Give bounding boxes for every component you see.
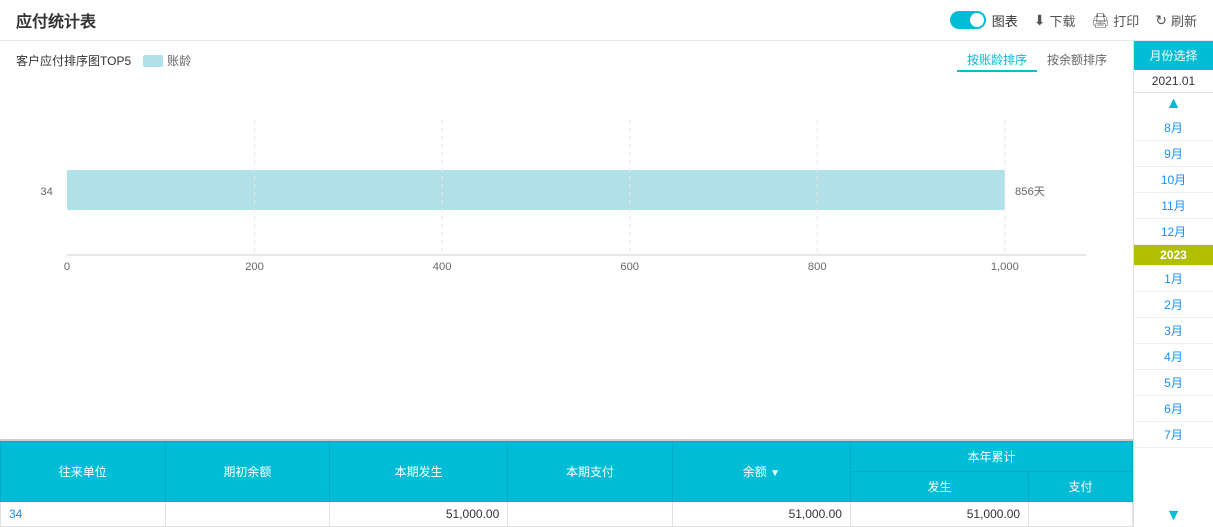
- svg-text:600: 600: [620, 261, 639, 273]
- sidebar-up-button[interactable]: ▲: [1134, 93, 1213, 115]
- sidebar-month-9[interactable]: 9月: [1134, 141, 1213, 167]
- td-current-occur: 51,000.00: [330, 502, 508, 527]
- svg-text:200: 200: [245, 261, 264, 273]
- legend-title: 客户应付排序图TOP5: [16, 52, 131, 69]
- bar-chart-container: 34 856天 0 200 400 600 800 1,000: [0, 80, 1133, 439]
- sidebar-month-4[interactable]: 4月: [1134, 344, 1213, 370]
- refresh-button[interactable]: 刷新: [1155, 11, 1197, 30]
- sidebar: 月份选择 2021.01 ▲ 8月 9月 10月 11月 12月 2023 1月…: [1133, 41, 1213, 527]
- chart-toggle[interactable]: [950, 11, 986, 29]
- print-button[interactable]: 打印: [1091, 11, 1139, 30]
- sidebar-month-8[interactable]: 8月: [1134, 115, 1213, 141]
- refresh-label: 刷新: [1171, 11, 1197, 30]
- svg-text:800: 800: [808, 261, 827, 273]
- svg-text:400: 400: [433, 261, 452, 273]
- sidebar-year-2023[interactable]: 2023: [1134, 245, 1213, 266]
- svg-text:0: 0: [64, 261, 70, 273]
- download-button[interactable]: 下载: [1034, 11, 1076, 30]
- header-actions: 图表 下载 打印 刷新: [950, 11, 1197, 30]
- td-current-payment: [508, 502, 673, 527]
- svg-text:34: 34: [40, 186, 52, 198]
- sidebar-months: 8月 9月 10月 11月 12月 2023 1月 2月 3月 4月 5月 6月…: [1134, 115, 1213, 505]
- download-icon: [1034, 12, 1046, 29]
- legend-color-box: [143, 55, 163, 67]
- th-opening-balance: 期初余额: [165, 442, 330, 502]
- th-balance: 余额 ▼: [672, 442, 850, 502]
- td-opening-balance: [165, 502, 330, 527]
- sidebar-month-11[interactable]: 11月: [1134, 193, 1213, 219]
- download-label: 下载: [1049, 11, 1075, 30]
- td-balance: 51,000.00: [672, 502, 850, 527]
- sidebar-month-2[interactable]: 2月: [1134, 292, 1213, 318]
- svg-text:1,000: 1,000: [991, 261, 1019, 273]
- sidebar-month-1[interactable]: 1月: [1134, 266, 1213, 292]
- main-content: 客户应付排序图TOP5 账龄 按账龄排序 按余额排序 34: [0, 41, 1213, 527]
- vendor-link[interactable]: 34: [9, 507, 22, 521]
- sidebar-month-3[interactable]: 3月: [1134, 318, 1213, 344]
- th-ytd-occur: 发生: [850, 472, 1028, 502]
- legend-item-aging: 账龄: [143, 52, 191, 69]
- print-label: 打印: [1113, 11, 1139, 30]
- td-ytd-occur: 51,000.00: [850, 502, 1028, 527]
- table-row: 34 51,000.00 51,000.00 51,000.00: [1, 502, 1133, 527]
- chart-controls: 客户应付排序图TOP5 账龄 按账龄排序 按余额排序: [0, 41, 1133, 80]
- legend-color-label: 账龄: [167, 52, 191, 69]
- th-ytd-group: 本年累计: [850, 442, 1132, 472]
- chart-legend: 客户应付排序图TOP5 账龄: [16, 52, 191, 69]
- header: 应付统计表 图表 下载 打印 刷新: [0, 0, 1213, 41]
- td-ytd-payment: [1029, 502, 1133, 527]
- sidebar-month-10[interactable]: 10月: [1134, 167, 1213, 193]
- td-vendor: 34: [1, 502, 166, 527]
- svg-text:856天: 856天: [1015, 186, 1045, 198]
- page-title: 应付统计表: [16, 8, 950, 32]
- print-icon: [1091, 12, 1109, 29]
- data-table: 往来单位 期初余额 本期发生 本期支付 余额 ▼ 本年累计 发生: [0, 441, 1133, 527]
- sidebar-month-12[interactable]: 12月: [1134, 219, 1213, 245]
- sidebar-month-6[interactable]: 6月: [1134, 396, 1213, 422]
- chart-toggle-group: 图表: [950, 11, 1018, 30]
- sidebar-month-5[interactable]: 5月: [1134, 370, 1213, 396]
- sidebar-month-7[interactable]: 7月: [1134, 422, 1213, 448]
- data-table-area: 往来单位 期初余额 本期发生 本期支付 余额 ▼ 本年累计 发生: [0, 439, 1133, 527]
- refresh-icon: [1155, 12, 1167, 29]
- toggle-label: 图表: [992, 11, 1018, 30]
- sidebar-header: 月份选择: [1134, 41, 1213, 70]
- chart-sort-tabs: 按账龄排序 按余额排序: [957, 49, 1117, 72]
- th-ytd-payment: 支付: [1029, 472, 1133, 502]
- chart-area: 客户应付排序图TOP5 账龄 按账龄排序 按余额排序 34: [0, 41, 1133, 527]
- bar-chart-svg: 34 856天 0 200 400 600 800 1,000: [16, 80, 1117, 300]
- sort-tab-aging[interactable]: 按账龄排序: [957, 49, 1037, 72]
- sidebar-down-button[interactable]: ▼: [1134, 505, 1213, 527]
- th-vendor: 往来单位: [1, 442, 166, 502]
- sort-tab-balance[interactable]: 按余额排序: [1037, 49, 1117, 72]
- th-current-payment: 本期支付: [508, 442, 673, 502]
- th-current-occur: 本期发生: [330, 442, 508, 502]
- sidebar-year-display: 2021.01: [1134, 70, 1213, 93]
